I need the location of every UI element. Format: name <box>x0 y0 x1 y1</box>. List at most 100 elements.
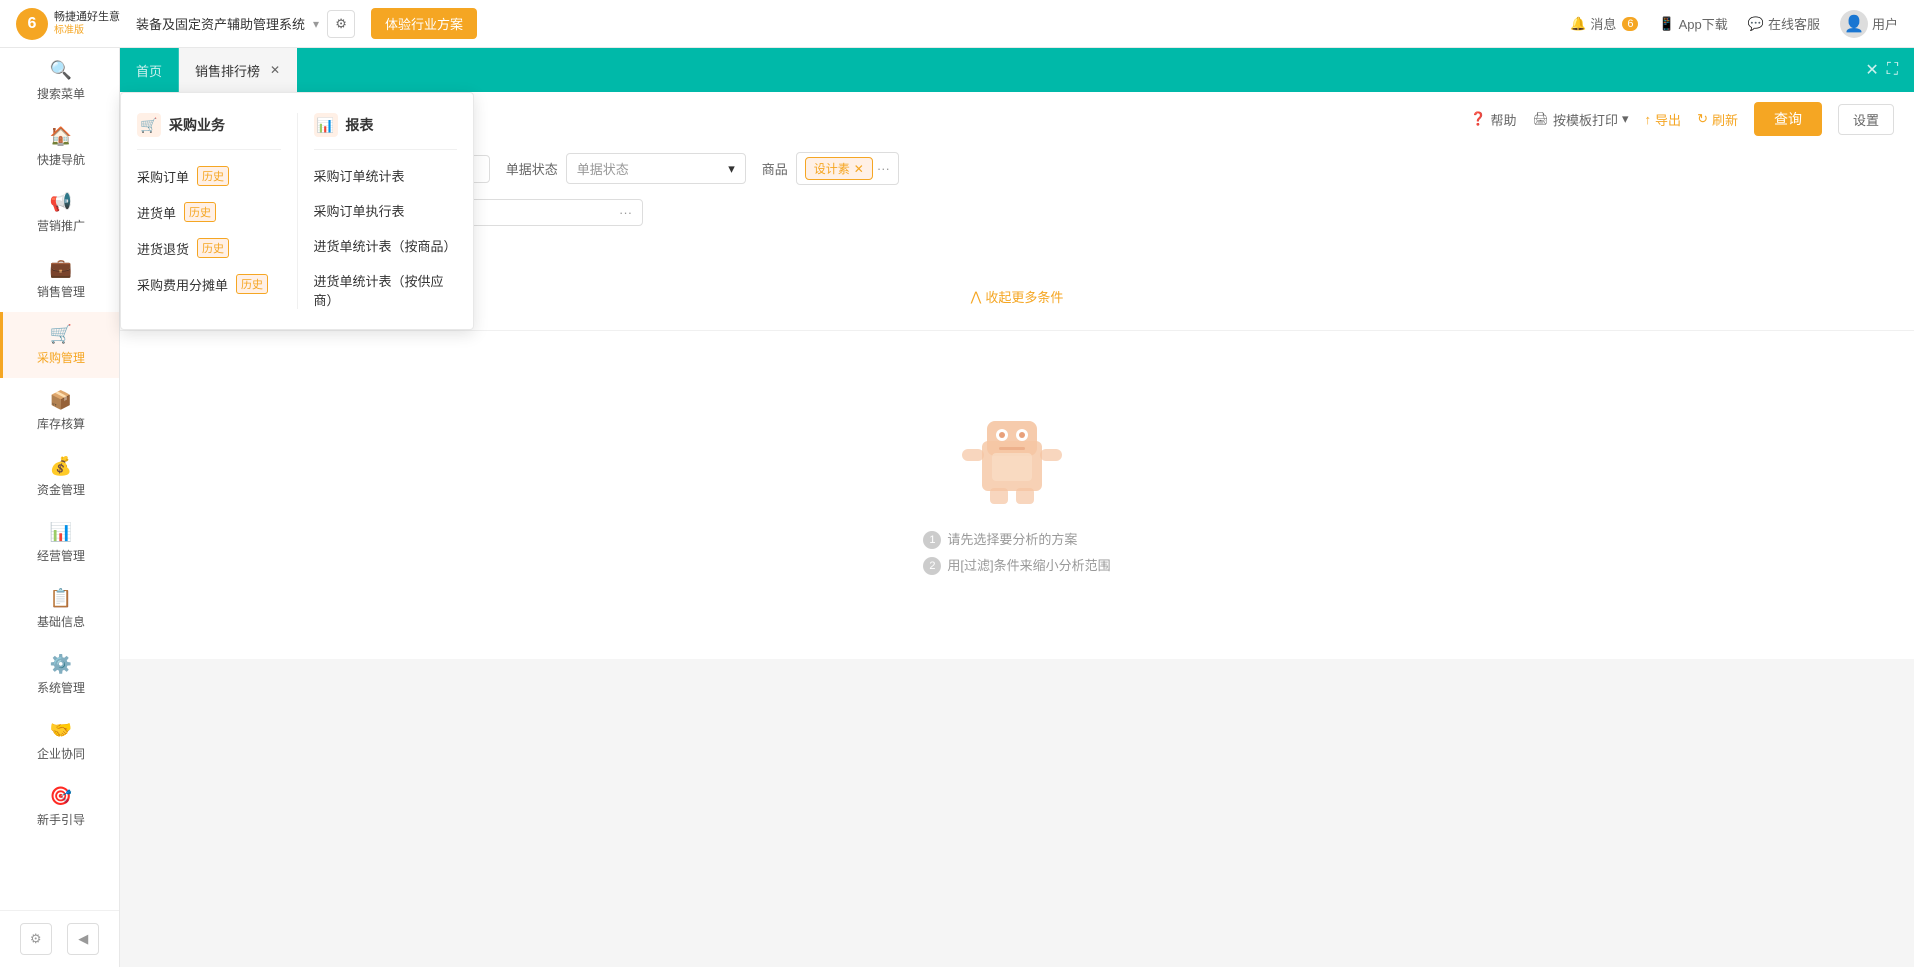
query-btn[interactable]: 查询 <box>1754 102 1822 136</box>
logo-icon: 6 <box>16 8 48 40</box>
history-badge-2: 历史 <box>197 238 229 258</box>
system-title: 装备及固定资产辅助管理系统 <box>136 14 305 33</box>
sidebar-item-quicknav[interactable]: 🏠 快捷导航 <box>0 114 119 180</box>
bell-icon: 🔔 <box>1570 16 1586 32</box>
top-header: 6 畅捷通好生意 标准版 装备及固定资产辅助管理系统 ▾ ⚙ 体验行业方案 🔔 … <box>0 0 1914 48</box>
refresh-icon: ↻ <box>1697 111 1708 127</box>
industry-btn[interactable]: 体验行业方案 <box>371 8 477 39</box>
help-btn[interactable]: ❓ 帮助 <box>1470 110 1516 129</box>
purchase-order-report[interactable]: 采购订单统计表 <box>314 158 458 193</box>
step1-circle: 1 <box>923 531 941 549</box>
reports-col: 📊 报表 采购订单统计表 采购订单执行表 进货单统计表（按商品） 进货单统计表（… <box>298 105 474 317</box>
doc-status-select[interactable]: 单据状态 ▾ <box>566 153 746 184</box>
salesperson-input[interactable]: ··· <box>463 199 643 226</box>
sidebar-item-operations[interactable]: 📊 经营管理 <box>0 510 119 576</box>
search-icon: 🔍 <box>50 60 72 81</box>
service-icon: 💬 <box>1748 16 1764 32</box>
goods-more-icon[interactable]: ··· <box>877 161 890 176</box>
tab-sales-rank[interactable]: 销售排行榜 ✕ <box>179 48 297 92</box>
sidebar-item-finance[interactable]: 💰 资金管理 <box>0 444 119 510</box>
reports-header: 📊 报表 <box>314 105 458 150</box>
purchase-dropdown-menu: 🛒 采购业务 采购订单 历史 进货单 历史 进货退货 历史 采购费用分摊单 历史 <box>120 92 474 330</box>
print-icon: 🖨 <box>1532 111 1549 127</box>
sidebar-item-inventory[interactable]: 📦 库存核算 <box>0 378 119 444</box>
export-btn[interactable]: ↑ 导出 <box>1645 110 1682 129</box>
sidebar-item-cooperation[interactable]: 🤝 企业协同 <box>0 708 119 774</box>
collapse-icon: ⋀ <box>971 289 982 305</box>
purchase-order-item[interactable]: 采购订单 历史 <box>137 158 281 194</box>
sales-icon: 💼 <box>50 258 72 279</box>
doc-status-group: 单据状态 单据状态 ▾ <box>506 153 746 184</box>
export-icon: ↑ <box>1645 112 1652 127</box>
goods-input-area[interactable]: 设计素 ✕ ··· <box>796 152 899 185</box>
goods-tag-close-icon[interactable]: ✕ <box>854 162 864 176</box>
tab-bar: 首页 销售排行榜 ✕ ✕ ⛶ <box>120 48 1914 92</box>
sidebar-item-marketing[interactable]: 📢 营销推广 <box>0 180 119 246</box>
basicinfo-icon: 📋 <box>50 588 72 609</box>
guide-icon: 🎯 <box>50 786 72 807</box>
empty-text: 1 请先选择要分析的方案 2 用[过滤]条件来缩小分析范围 <box>923 527 1110 579</box>
close-window-icon[interactable]: ✕ <box>1865 60 1878 80</box>
inventory-icon: 📦 <box>50 390 72 411</box>
history-badge-0: 历史 <box>197 166 229 186</box>
print-dropdown-icon: ▾ <box>1622 111 1629 127</box>
purchase-business-header: 🛒 采购业务 <box>137 105 281 150</box>
finance-icon: 💰 <box>50 456 72 477</box>
sidebar: 🔍 搜索菜单 🏠 快捷导航 📢 营销推广 💼 销售管理 🛒 采购管理 📦 库存核… <box>0 48 120 967</box>
inbound-goods-report[interactable]: 进货单统计表（按商品） <box>314 228 458 263</box>
setting-btn[interactable]: 设置 <box>1838 104 1894 135</box>
history-badge-3: 历史 <box>236 274 268 294</box>
goods-tag: 设计素 ✕ <box>805 157 873 180</box>
logo-area: 6 畅捷通好生意 标准版 <box>16 8 136 40</box>
purchase-return-item[interactable]: 进货退货 历史 <box>137 230 281 266</box>
purchase-expense-item[interactable]: 采购费用分摊单 历史 <box>137 266 281 302</box>
tab-controls: ✕ ⛶ <box>1865 60 1914 80</box>
sidebar-bottom: ⚙ ◀ <box>0 910 119 967</box>
refresh-btn[interactable]: ↻ 刷新 <box>1697 110 1738 129</box>
goods-filter-group: 商品 设计素 ✕ ··· <box>762 152 899 185</box>
empty-state: 1 请先选择要分析的方案 2 用[过滤]条件来缩小分析范围 <box>120 331 1914 659</box>
purchase-business-col: 🛒 采购业务 采购订单 历史 进货单 历史 进货退货 历史 采购费用分摊单 历史 <box>121 105 297 317</box>
tab-close-icon[interactable]: ✕ <box>270 63 280 77</box>
purchase-col-icon: 🛒 <box>137 113 161 137</box>
maximize-window-icon[interactable]: ⛶ <box>1887 61 1898 79</box>
user-avatar: 👤 <box>1840 10 1868 38</box>
dropdown-cols: 🛒 采购业务 采购订单 历史 进货单 历史 进货退货 历史 采购费用分摊单 历史 <box>121 105 473 317</box>
sidebar-item-system[interactable]: ⚙️ 系统管理 <box>0 642 119 708</box>
history-badge-1: 历史 <box>184 202 216 222</box>
logo-text: 畅捷通好生意 标准版 <box>54 10 120 37</box>
tab-home[interactable]: 首页 <box>120 48 179 92</box>
purchase-icon: 🛒 <box>50 324 72 345</box>
purchase-inbound-item[interactable]: 进货单 历史 <box>137 194 281 230</box>
help-icon: ❓ <box>1470 111 1486 127</box>
sidebar-item-guide[interactable]: 🎯 新手引导 <box>0 774 119 840</box>
home-icon: 🏠 <box>50 126 72 147</box>
dropdown-arrow-icon[interactable]: ▾ <box>313 17 319 31</box>
notification-btn[interactable]: 🔔 消息 6 <box>1570 14 1638 33</box>
robot-svg <box>957 411 1077 511</box>
salesperson-more: ··· <box>619 205 632 220</box>
app-download-btn[interactable]: 📱 App下载 <box>1658 14 1727 33</box>
purchase-order-exec-report[interactable]: 采购订单执行表 <box>314 193 458 228</box>
sidebar-collapse-btn[interactable]: ◀ <box>67 923 99 955</box>
step2-circle: 2 <box>923 557 941 575</box>
print-btn[interactable]: 🖨 按模板打印 ▾ <box>1532 110 1628 129</box>
system-icon: ⚙️ <box>50 654 72 675</box>
inbound-supplier-report[interactable]: 进货单统计表（按供应商） <box>314 263 458 317</box>
reports-col-icon: 📊 <box>314 113 338 137</box>
phone-icon: 📱 <box>1658 16 1674 32</box>
header-right: 🔔 消息 6 📱 App下载 💬 在线客服 👤 用户 <box>1570 10 1898 38</box>
notification-badge: 6 <box>1622 17 1638 31</box>
user-btn[interactable]: 👤 用户 <box>1840 10 1898 38</box>
sidebar-item-basicinfo[interactable]: 📋 基础信息 <box>0 576 119 642</box>
cooperation-icon: 🤝 <box>50 720 72 741</box>
online-service-btn[interactable]: 💬 在线客服 <box>1748 14 1820 33</box>
system-title-area: 装备及固定资产辅助管理系统 ▾ ⚙ 体验行业方案 <box>136 8 1570 39</box>
goods-label: 商品 <box>762 159 788 178</box>
sidebar-item-search[interactable]: 🔍 搜索菜单 <box>0 48 119 114</box>
sidebar-item-sales[interactable]: 💼 销售管理 <box>0 246 119 312</box>
settings-icon[interactable]: ⚙ <box>327 10 355 38</box>
sidebar-item-purchase[interactable]: 🛒 采购管理 <box>0 312 119 378</box>
operations-icon: 📊 <box>50 522 72 543</box>
sidebar-settings-btn[interactable]: ⚙ <box>20 923 52 955</box>
